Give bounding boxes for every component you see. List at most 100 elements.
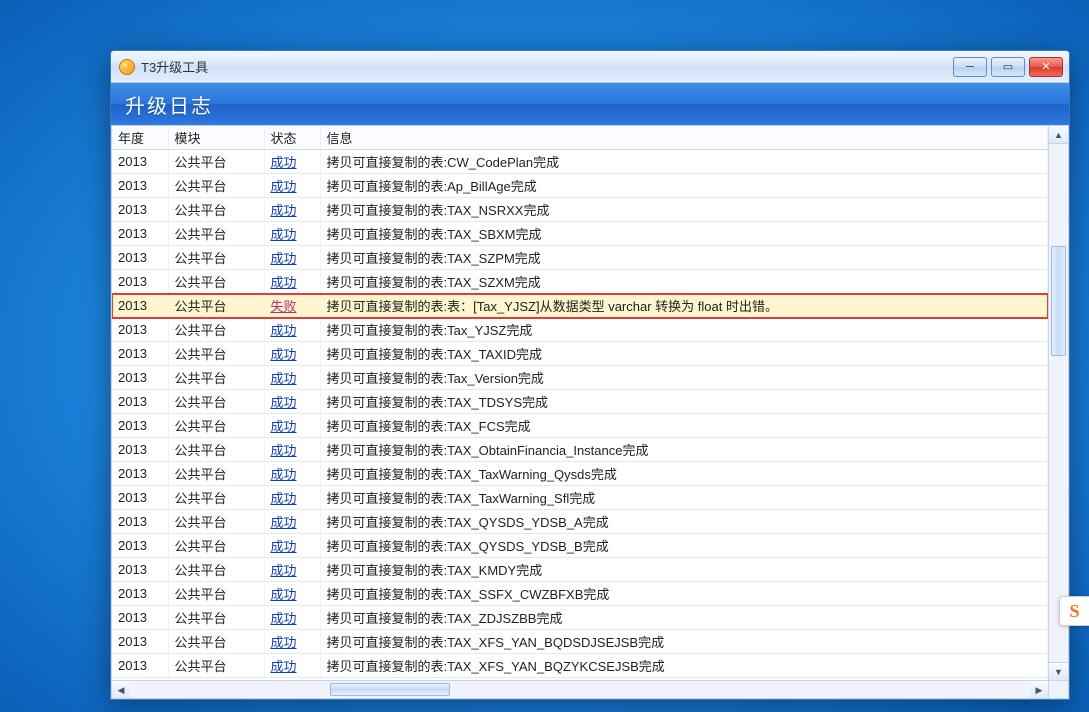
cell-message: 拷贝可直接复制的表:Ap_BillAge完成 [320,174,1048,198]
cell-message: 拷贝可直接复制的表:TAX_QYSDS_YDSB_B完成 [320,534,1048,558]
status-link[interactable]: 成功 [271,371,297,386]
status-link[interactable]: 失败 [271,299,297,314]
scroll-right-icon[interactable]: ▶ [1030,681,1048,698]
cell-message: 拷贝可直接复制的表:TAX_SZXM完成 [320,270,1048,294]
table-row[interactable]: 2013公共平台成功拷贝可直接复制的表:TAX_ZDJSZBB完成 [112,606,1048,630]
cell-message: 拷贝可直接复制的表:TAX_TAXID完成 [320,342,1048,366]
cell-status: 成功 [264,198,320,222]
app-window: T3升级工具 ─ ▭ ✕ 升级日志 年度 模块 状态 信息 [110,50,1070,700]
cell-module: 公共平台 [168,438,264,462]
status-link[interactable]: 成功 [271,491,297,506]
cell-message: 拷贝可直接复制的表:TAX_ObtainFinancia_Instance完成 [320,438,1048,462]
table-row[interactable]: 2013公共平台成功拷贝可直接复制的表:CW_CodePlan完成 [112,150,1048,174]
table-row[interactable]: 2013公共平台成功 拷贝可直接复制的表:TAX_ObtainFinancia_I… [112,438,1048,462]
table-row[interactable]: 2013公共平台成功拷贝可直接复制的表:Tax_YJSZ完成 [112,318,1048,342]
cell-year: 2013 [112,342,168,366]
cell-status: 成功 [264,150,320,174]
hscroll-track[interactable] [130,681,1030,698]
status-link[interactable]: 成功 [271,347,297,362]
col-module[interactable]: 模块 [168,126,264,150]
scroll-left-icon[interactable]: ◀ [112,681,130,698]
cell-message: 拷贝可直接复制的表:TAX_TaxWarning_Sfl完成 [320,486,1048,510]
table-row[interactable]: 2013公共平台成功拷贝可直接复制的表:TAX_XFS_YAN_BQZYKCSE… [112,654,1048,678]
status-link[interactable]: 成功 [271,419,297,434]
table-row[interactable]: 2013公共平台成功拷贝可直接复制的表:TAX_QYSDS_YDSB_B完成 [112,534,1048,558]
table-row[interactable]: 2013公共平台成功拷贝可直接复制的表:TAX_SZPM完成 [112,246,1048,270]
status-link[interactable]: 成功 [271,539,297,554]
status-link[interactable]: 成功 [271,635,297,650]
scroll-down-icon[interactable]: ▼ [1049,662,1068,680]
status-link[interactable]: 成功 [271,587,297,602]
status-link[interactable]: 成功 [271,323,297,338]
status-link[interactable]: 成功 [271,251,297,266]
table-row[interactable]: 2013公共平台成功 拷贝可直接复制的表:TAX_TAXID完成 [112,342,1048,366]
table-row[interactable]: 2013公共平台成功拷贝可直接复制的表:TAX_KMDY完成 [112,558,1048,582]
table-row[interactable]: 2013公共平台成功拷贝可直接复制的表:Tax_Version完成 [112,366,1048,390]
log-table: 年度 模块 状态 信息 2013公共平台成功拷贝可直接复制的表:CW_CodeP… [112,126,1048,678]
table-row[interactable]: 2013公共平台成功拷贝可直接复制的表:TAX_TDSYS完成 [112,390,1048,414]
col-message[interactable]: 信息 [320,126,1048,150]
status-link[interactable]: 成功 [271,395,297,410]
table-row[interactable]: 2013公共平台成功拷贝可直接复制的表:TAX_TaxWarning_Qysds… [112,462,1048,486]
table-row[interactable]: 2013公共平台失败拷贝可直接复制的表:表：[Tax_YJSZ]从数据类型 va… [112,294,1048,318]
table-row[interactable]: 2013公共平台成功拷贝可直接复制的表:TAX_NSRXX完成 [112,198,1048,222]
horizontal-scrollbar[interactable]: ◀ ▶ [111,681,1049,699]
table-row[interactable]: 2013公共平台成功拷贝可直接复制的表:TAX_XFS_YAN_BQDSDJSE… [112,630,1048,654]
titlebar[interactable]: T3升级工具 ─ ▭ ✕ [111,51,1069,83]
status-link[interactable]: 成功 [271,611,297,626]
cell-message: 拷贝可直接复制的表:TAX_SSFX_CWZBFXB完成 [320,582,1048,606]
col-status[interactable]: 状态 [264,126,320,150]
ribbon-header: 升级日志 [111,83,1069,125]
cell-year: 2013 [112,462,168,486]
cell-module: 公共平台 [168,342,264,366]
scroll-thumb-vertical[interactable] [1051,246,1066,356]
status-link[interactable]: 成功 [271,563,297,578]
cell-year: 2013 [112,174,168,198]
cell-year: 2013 [112,294,168,318]
status-link[interactable]: 成功 [271,179,297,194]
cell-status: 成功 [264,318,320,342]
cell-year: 2013 [112,198,168,222]
cell-status: 成功 [264,606,320,630]
table-row[interactable]: 2013公共平台成功拷贝可直接复制的表:TAX_SZXM完成 [112,270,1048,294]
status-link[interactable]: 成功 [271,203,297,218]
scroll-thumb-horizontal[interactable] [330,683,450,696]
cell-module: 公共平台 [168,390,264,414]
cell-module: 公共平台 [168,582,264,606]
cell-message: 拷贝可直接复制的表:Tax_YJSZ完成 [320,318,1048,342]
scroll-up-icon[interactable]: ▲ [1049,126,1068,144]
ime-indicator[interactable]: S [1059,596,1089,626]
ime-glyph: S [1069,601,1079,622]
cell-status: 成功 [264,654,320,678]
table-row[interactable]: 2013公共平台成功拷贝可直接复制的表:TAX_TaxWarning_Sfl完成 [112,486,1048,510]
status-link[interactable]: 成功 [271,155,297,170]
cell-year: 2013 [112,246,168,270]
cell-year: 2013 [112,582,168,606]
cell-year: 2013 [112,390,168,414]
cell-status: 成功 [264,462,320,486]
maximize-button[interactable]: ▭ [991,57,1025,77]
cell-year: 2013 [112,438,168,462]
status-link[interactable]: 成功 [271,443,297,458]
status-link[interactable]: 成功 [271,227,297,242]
table-row[interactable]: 2013公共平台成功拷贝可直接复制的表:TAX_FCS完成 [112,414,1048,438]
status-link[interactable]: 成功 [271,275,297,290]
cell-module: 公共平台 [168,558,264,582]
col-year[interactable]: 年度 [112,126,168,150]
status-link[interactable]: 成功 [271,467,297,482]
table-row[interactable]: 2013公共平台成功拷贝可直接复制的表:TAX_QYSDS_YDSB_A完成 [112,510,1048,534]
close-button[interactable]: ✕ [1029,57,1063,77]
status-link[interactable]: 成功 [271,659,297,674]
cell-status: 成功 [264,486,320,510]
cell-message: 拷贝可直接复制的表:Tax_Version完成 [320,366,1048,390]
cell-status: 成功 [264,414,320,438]
table-row[interactable]: 2013公共平台成功 拷贝可直接复制的表:TAX_SSFX_CWZBFXB完成 [112,582,1048,606]
table-row[interactable]: 2013公共平台成功拷贝可直接复制的表:Ap_BillAge完成 [112,174,1048,198]
minimize-button[interactable]: ─ [953,57,987,77]
content-area: 年度 模块 状态 信息 2013公共平台成功拷贝可直接复制的表:CW_CodeP… [111,125,1069,699]
table-row[interactable]: 2013公共平台成功拷贝可直接复制的表:TAX_SBXM完成 [112,222,1048,246]
cell-status: 成功 [264,438,320,462]
status-link[interactable]: 成功 [271,515,297,530]
scroll-corner [1049,681,1069,699]
cell-message: 拷贝可直接复制的表:CW_CodePlan完成 [320,150,1048,174]
